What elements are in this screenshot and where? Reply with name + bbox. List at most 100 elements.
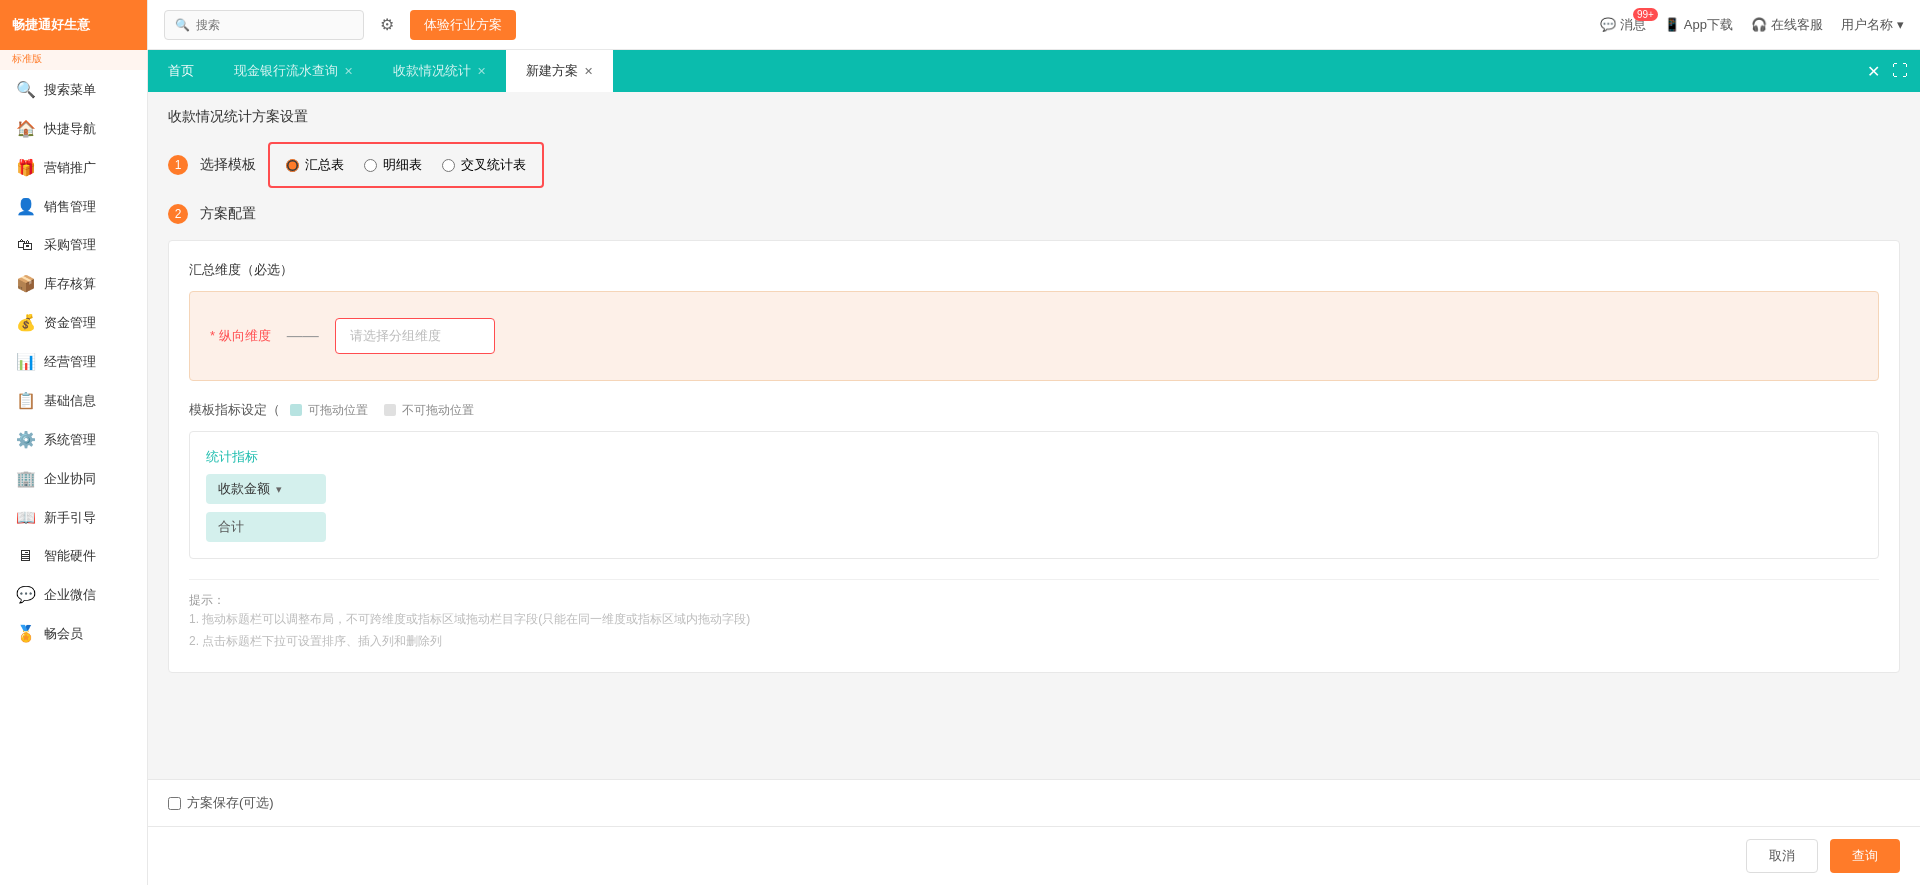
tab-close-icon[interactable]: ✕ — [344, 65, 353, 78]
service-link[interactable]: 🎧 在线客服 — [1751, 16, 1823, 34]
sidebar-item-label: 基础信息 — [44, 392, 96, 410]
radio-cross-label: 交叉统计表 — [461, 156, 526, 174]
sidebar-item-search[interactable]: 🔍 搜索菜单 — [0, 70, 147, 109]
bottom-section: 方案保存(可选) — [148, 779, 1920, 826]
step2-badge: 2 — [168, 204, 188, 224]
download-label: App下载 — [1684, 16, 1733, 34]
industry-btn[interactable]: 体验行业方案 — [410, 10, 516, 40]
draggable-label: 可拖动位置 — [308, 402, 368, 419]
tab-close-icon[interactable]: ✕ — [584, 65, 593, 78]
metrics-header: 模板指标设定（ 可拖动位置 不可拖动位置 — [189, 401, 1879, 419]
radio-summary-input[interactable] — [286, 159, 299, 172]
radio-detail-input[interactable] — [364, 159, 377, 172]
gear-icon: ⚙️ — [16, 430, 34, 449]
metrics-section: 模板指标设定（ 可拖动位置 不可拖动位置 — [189, 401, 1879, 559]
arrow-right-icon: —— — [287, 327, 319, 345]
search-icon: 🔍 — [16, 80, 34, 99]
medal-icon: 🏅 — [16, 624, 34, 643]
radio-summary[interactable]: 汇总表 — [286, 156, 344, 174]
vertical-dim-label: * 纵向维度 — [210, 327, 271, 345]
template-radio-group: 汇总表 明细表 交叉统计表 — [286, 156, 526, 174]
notification-link[interactable]: 💬 消息 99+ — [1600, 16, 1646, 34]
sidebar: 畅捷通好生意 标准版 🔍 搜索菜单 🏠 快捷导航 🎁 营销推广 👤 销售管理 🛍… — [0, 0, 148, 885]
radio-cross-input[interactable] — [442, 159, 455, 172]
tab-home[interactable]: 首页 — [148, 50, 214, 92]
main-area: 🔍 ⚙ 体验行业方案 💬 消息 99+ 📱 App下载 🎧 在线客服 用户名称 … — [148, 0, 1920, 885]
sidebar-item-member[interactable]: 🏅 畅会员 — [0, 614, 147, 653]
tab-new-plan[interactable]: 新建方案 ✕ — [506, 50, 613, 92]
maximize-icon[interactable]: ⛶ — [1892, 62, 1908, 80]
search-input[interactable] — [196, 18, 353, 32]
metric-tag-label: 收款金额 — [218, 480, 270, 498]
metrics-group-label: 统计指标 — [206, 448, 1862, 466]
close-window-icon[interactable]: ✕ — [1867, 62, 1880, 81]
radio-cross[interactable]: 交叉统计表 — [442, 156, 526, 174]
user-info[interactable]: 用户名称 ▾ — [1841, 16, 1904, 34]
tips-section: 提示： 1. 拖动标题栏可以调整布局，不可跨维度或指标区域拖动栏目字段(只能在同… — [189, 579, 1879, 652]
dimension-area: * 纵向维度 —— 请选择分组维度 — [189, 291, 1879, 381]
tab-home-label: 首页 — [168, 62, 194, 80]
page-content: 收款情况统计方案设置 1 选择模板 汇总表 明细表 — [148, 92, 1920, 779]
building-icon: 🏢 — [16, 469, 34, 488]
sidebar-item-weixin[interactable]: 💬 企业微信 — [0, 575, 147, 614]
sidebar-item-label: 销售管理 — [44, 198, 96, 216]
sidebar-item-capital[interactable]: 💰 资金管理 — [0, 303, 147, 342]
step2-row: 2 方案配置 — [168, 204, 1900, 224]
legend-draggable: 可拖动位置 — [290, 402, 368, 419]
sidebar-item-label: 系统管理 — [44, 431, 96, 449]
dropdown-arrow-icon: ▾ — [276, 483, 282, 496]
settings-icon[interactable]: ⚙ — [380, 15, 394, 34]
tips-text-1: 1. 拖动标题栏可以调整布局，不可跨维度或指标区域拖动栏目字段(只能在同一维度或… — [189, 609, 1879, 631]
query-button[interactable]: 查询 — [1830, 839, 1900, 873]
sidebar-item-purchase[interactable]: 🛍 采购管理 — [0, 226, 147, 264]
clipboard-icon: 📋 — [16, 391, 34, 410]
metric-sub-total: 合计 — [206, 512, 326, 542]
metrics-legend: 可拖动位置 不可拖动位置 — [290, 402, 474, 419]
message-icon: 💬 — [1600, 17, 1616, 32]
sidebar-item-label: 畅会员 — [44, 625, 83, 643]
step1-label: 选择模板 — [200, 156, 256, 174]
sidebar-item-inventory[interactable]: 📦 库存核算 — [0, 264, 147, 303]
sidebar-item-marketing[interactable]: 🎁 营销推广 — [0, 148, 147, 187]
service-label: 在线客服 — [1771, 16, 1823, 34]
download-link[interactable]: 📱 App下载 — [1664, 16, 1733, 34]
draggable-dot — [290, 404, 302, 416]
sidebar-item-label: 营销推广 — [44, 159, 96, 177]
dimension-input[interactable]: 请选择分组维度 — [335, 318, 495, 354]
page-title: 收款情况统计方案设置 — [168, 108, 1900, 126]
content-area: 收款情况统计方案设置 1 选择模板 汇总表 明细表 — [148, 92, 1920, 885]
dimension-placeholder: 请选择分组维度 — [350, 328, 441, 343]
save-checkbox[interactable] — [168, 797, 181, 810]
tab-bank-flow[interactable]: 现金银行流水查询 ✕ — [214, 50, 373, 92]
radio-detail[interactable]: 明细表 — [364, 156, 422, 174]
tips-text-2: 2. 点击标题栏下拉可设置排序、插入列和删除列 — [189, 631, 1879, 653]
tab-new-plan-label: 新建方案 — [526, 62, 578, 80]
metric-tags: 收款金额 ▾ 合计 — [206, 474, 326, 542]
sidebar-item-sales[interactable]: 👤 销售管理 — [0, 187, 147, 226]
non-draggable-label: 不可拖动位置 — [402, 402, 474, 419]
sidebar-item-quick-nav[interactable]: 🏠 快捷导航 — [0, 109, 147, 148]
sidebar-item-hardware[interactable]: 🖥 智能硬件 — [0, 537, 147, 575]
save-checkbox-label[interactable]: 方案保存(可选) — [168, 794, 274, 812]
sidebar-item-corp[interactable]: 🏢 企业协同 — [0, 459, 147, 498]
metric-tag-amount[interactable]: 收款金额 ▾ — [206, 474, 326, 504]
save-label: 方案保存(可选) — [187, 794, 274, 812]
sidebar-item-guide[interactable]: 📖 新手引导 — [0, 498, 147, 537]
cancel-button[interactable]: 取消 — [1746, 839, 1818, 873]
box-icon: 📦 — [16, 274, 34, 293]
sidebar-item-base[interactable]: 📋 基础信息 — [0, 381, 147, 420]
sidebar-item-label: 新手引导 — [44, 509, 96, 527]
sidebar-item-operation[interactable]: 📊 经营管理 — [0, 342, 147, 381]
non-draggable-dot — [384, 404, 396, 416]
tab-receipt-stat[interactable]: 收款情况统计 ✕ — [373, 50, 506, 92]
monitor-icon: 🖥 — [16, 547, 34, 565]
search-bar[interactable]: 🔍 — [164, 10, 364, 40]
sidebar-item-system[interactable]: ⚙️ 系统管理 — [0, 420, 147, 459]
chart-icon: 📊 — [16, 352, 34, 371]
app-name: 畅捷通好生意 — [12, 17, 90, 33]
sidebar-item-label: 企业微信 — [44, 586, 96, 604]
search-icon: 🔍 — [175, 18, 190, 32]
tab-close-icon[interactable]: ✕ — [477, 65, 486, 78]
tabbar-controls: ✕ ⛶ — [1867, 62, 1920, 81]
legend-non-draggable: 不可拖动位置 — [384, 402, 474, 419]
